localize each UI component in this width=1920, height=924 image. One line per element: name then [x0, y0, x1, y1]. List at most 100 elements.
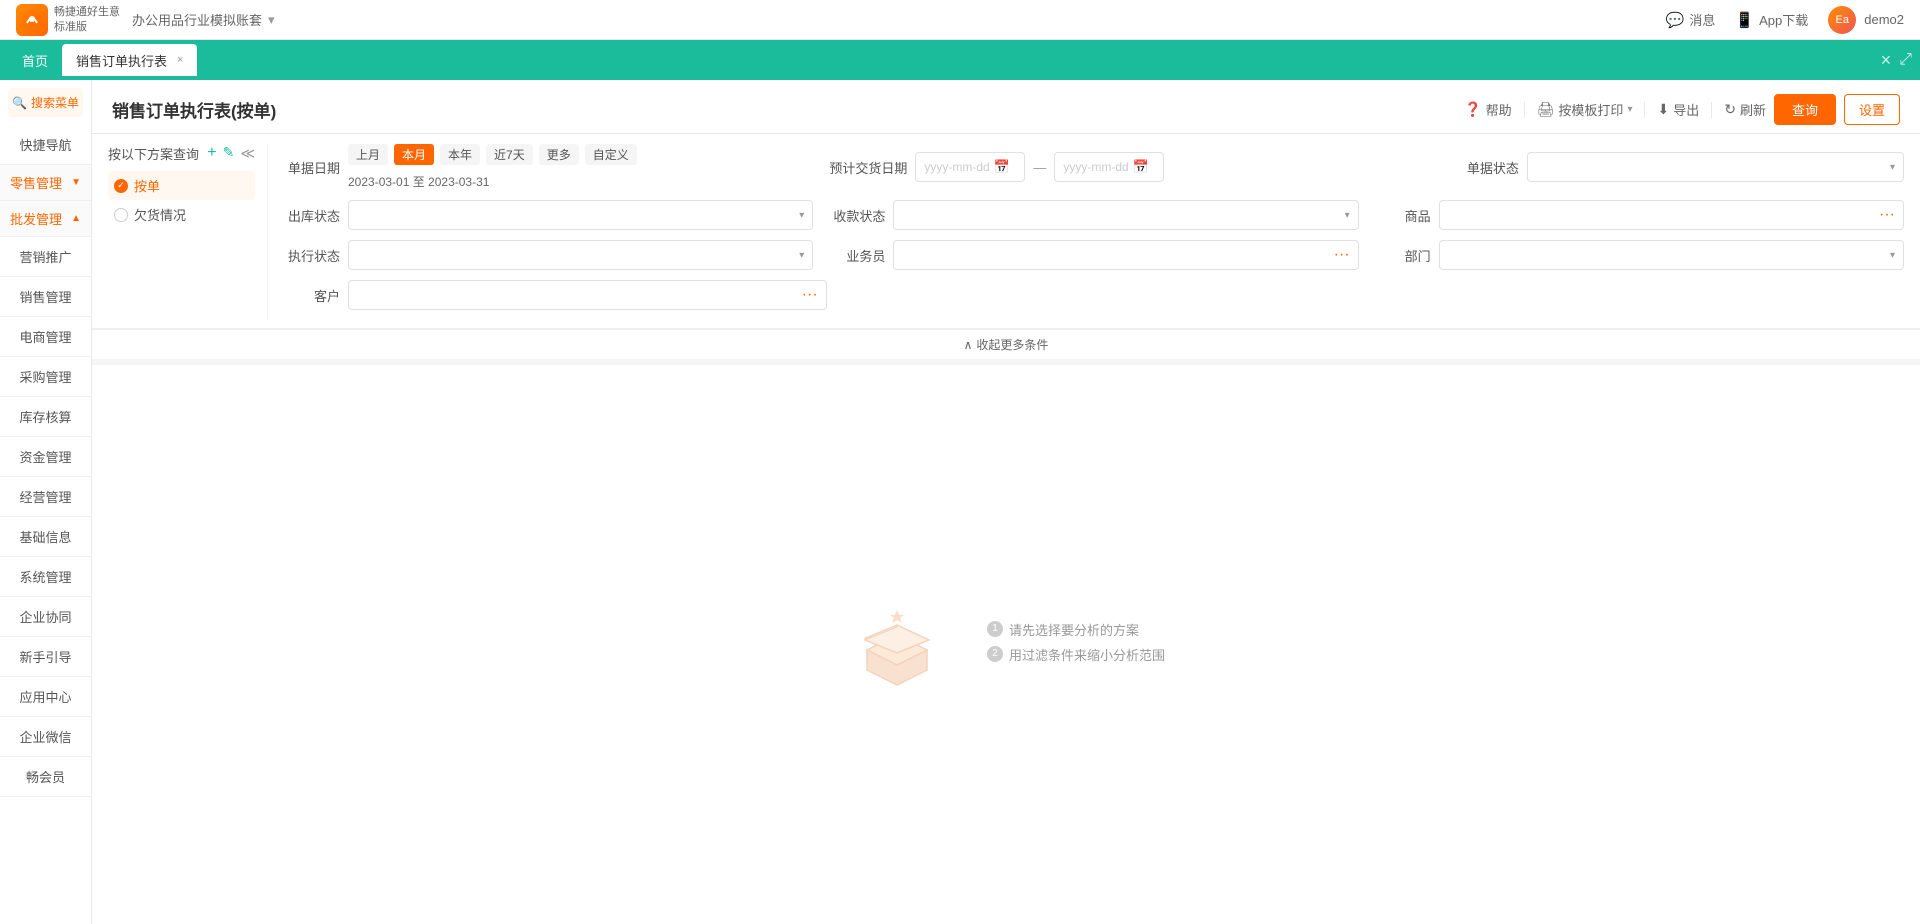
sidebar-item-purchase[interactable]: 采购管理 — [0, 357, 91, 397]
breadcrumb-dropdown-icon[interactable]: ▾ — [268, 12, 275, 28]
main-layout: 🔍 搜索菜单 快捷导航 零售管理 ▼ 批发管理 ▲ 营销推广 销售管理 电商管理… — [0, 80, 1920, 924]
export-btn[interactable]: ⬇ 导出 — [1657, 100, 1699, 119]
sidebar-item-capital[interactable]: 资金管理 — [0, 437, 91, 477]
date-tag-more[interactable]: 更多 — [539, 144, 579, 165]
filter-execution-field: 执行状态 ▾ — [284, 240, 813, 270]
sidebar-item-inventory[interactable]: 库存核算 — [0, 397, 91, 437]
help-icon: ❓ — [1464, 101, 1481, 118]
avatar: Ea — [1828, 6, 1856, 34]
page-header: 销售订单执行表(按单) ❓ 帮助 🖨 按模板打印 ▾ ⬇ 导出 — [92, 80, 1920, 134]
empty-content: 1 请先选择要分析的方案 2 用过滤条件来缩小分析范围 — [847, 595, 1165, 695]
execution-select[interactable]: ▾ — [348, 240, 813, 270]
refresh-icon: ↻ — [1724, 101, 1736, 118]
date-tag-year[interactable]: 本年 — [440, 144, 480, 165]
tab-close-icon[interactable]: × — [177, 54, 183, 66]
date-tag-7[interactable]: 近7天 — [486, 144, 533, 165]
filter-row-2: 出库状态 ▾ 收款状态 ▾ — [284, 200, 1904, 230]
refresh-btn[interactable]: ↻ 刷新 — [1724, 100, 1766, 119]
sidebar-item-quick-nav[interactable]: 快捷导航 — [0, 125, 91, 165]
filter-salesman-field: 业务员 ··· — [829, 240, 1358, 270]
date-range-display: 2023-03-01 至 2023-03-31 — [348, 173, 813, 190]
breadcrumb[interactable]: 办公用品行业模拟账套 ▾ — [132, 10, 275, 29]
sidebar-item-member[interactable]: 畅会员 — [0, 757, 91, 797]
collection-select[interactable]: ▾ — [893, 200, 1358, 230]
search-icon: 🔍 — [12, 96, 27, 110]
sidebar-item-base-info[interactable]: 基础信息 — [0, 517, 91, 557]
sidebar-item-enterprise-wechat[interactable]: 企业微信 — [0, 717, 91, 757]
scheme-item-shortage[interactable]: 欠货情况 — [108, 200, 255, 229]
window-expand-btn[interactable]: ⤢ — [1899, 51, 1912, 69]
filter-fields: 单据日期 上月 本月 本年 近7天 更多 自定义 20 — [284, 144, 1904, 320]
collapse-bar[interactable]: ∧ 收起更多条件 — [92, 329, 1920, 359]
template-print-btn[interactable]: 🖨 按模板打印 ▾ — [1537, 100, 1633, 119]
logo-text: 畅捷通好生意 标准版 — [54, 5, 120, 34]
scheme-item-by-order[interactable]: ✓ 按单 — [108, 171, 255, 200]
date-tag-custom[interactable]: 自定义 — [585, 144, 637, 165]
filter-outstock-field: 出库状态 ▾ — [284, 200, 813, 230]
sidebar-item-sales-mgmt[interactable]: 销售管理 — [0, 277, 91, 317]
app-download-action[interactable]: 📱 App下载 — [1735, 10, 1808, 29]
tab-home[interactable]: 首页 — [8, 44, 62, 76]
message-action[interactable]: 💬 消息 — [1666, 10, 1716, 29]
filter-panel: 按以下方案查询 + ✎ ≪ ✓ 按单 欠货情况 — [92, 134, 1920, 359]
sidebar-item-sys-mgmt[interactable]: 系统管理 — [0, 557, 91, 597]
tab-bar: 首页 销售订单执行表 × × ⤢ — [0, 40, 1920, 80]
search-menu-btn[interactable]: 🔍 搜索菜单 — [8, 88, 83, 117]
query-button[interactable]: 查询 — [1774, 94, 1836, 125]
expected-date-start[interactable]: yyyy-mm-dd 📅 — [915, 152, 1025, 182]
message-icon: 💬 — [1666, 11, 1685, 29]
user-info[interactable]: Ea demo2 — [1828, 6, 1904, 34]
sidebar-item-retail-mgmt[interactable]: 零售管理 ▼ — [0, 165, 91, 201]
date-separator: — — [1033, 160, 1046, 175]
scheme-edit-btn[interactable]: ✎ — [223, 145, 235, 162]
collapse-icon: ∧ — [964, 338, 973, 352]
expected-date-end[interactable]: yyyy-mm-dd 📅 — [1054, 152, 1164, 182]
sidebar-item-enterprise[interactable]: 企业协同 — [0, 597, 91, 637]
filter-status-field: 单据状态 ▾ — [1463, 152, 1904, 182]
divider3 — [1711, 102, 1712, 118]
sidebar-item-new-user[interactable]: 新手引导 — [0, 637, 91, 677]
tab-sales-exec[interactable]: 销售订单执行表 × — [62, 44, 197, 76]
date-tag-prev[interactable]: 上月 — [348, 144, 388, 165]
scheme-collapse-btn[interactable]: ≪ — [240, 145, 255, 162]
empty-illustration — [847, 595, 947, 695]
filter-goods-field: 商品 ··· — [1375, 200, 1904, 230]
empty-tips: 1 请先选择要分析的方案 2 用过滤条件来缩小分析范围 — [987, 620, 1165, 670]
salesman-more-icon[interactable]: ··· — [1334, 246, 1350, 264]
scheme-header: 按以下方案查询 + ✎ ≪ — [108, 144, 255, 163]
goods-input[interactable]: ··· — [1439, 200, 1904, 230]
filter-date-field: 单据日期 上月 本月 本年 近7天 更多 自定义 20 — [284, 144, 813, 190]
sidebar-item-wholesale-mgmt[interactable]: 批发管理 ▲ — [0, 201, 91, 237]
outstock-select[interactable]: ▾ — [348, 200, 813, 230]
page-title: 销售订单执行表(按单) — [112, 97, 276, 122]
retail-expand-icon: ▼ — [71, 177, 81, 188]
sidebar: 🔍 搜索菜单 快捷导航 零售管理 ▼ 批发管理 ▲ 营销推广 销售管理 电商管理… — [0, 80, 92, 924]
sidebar-item-ecommerce[interactable]: 电商管理 — [0, 317, 91, 357]
customer-more-icon[interactable]: ··· — [802, 286, 818, 304]
scheme-dot-active: ✓ — [114, 179, 128, 193]
department-select[interactable]: ▾ — [1439, 240, 1904, 270]
scheme-dot-inactive — [114, 208, 128, 222]
sidebar-item-marketing[interactable]: 营销推广 — [0, 237, 91, 277]
help-btn[interactable]: ❓ 帮助 — [1464, 100, 1511, 119]
setting-button[interactable]: 设置 — [1844, 94, 1900, 125]
sidebar-item-app-center[interactable]: 应用中心 — [0, 677, 91, 717]
status-dropdown-icon: ▾ — [1890, 162, 1895, 173]
status-select[interactable]: ▾ — [1527, 152, 1904, 182]
expected-date-inputs: yyyy-mm-dd 📅 — yyyy-mm-dd 📅 — [915, 152, 1164, 182]
date-tags: 上月 本月 本年 近7天 更多 自定义 — [348, 144, 813, 165]
logo-icon — [16, 4, 48, 36]
sidebar-search-area: 🔍 搜索菜单 — [0, 80, 91, 125]
empty-box-svg — [847, 595, 947, 695]
date-tag-cur[interactable]: 本月 — [394, 144, 434, 165]
salesman-input[interactable]: ··· — [893, 240, 1358, 270]
customer-input[interactable]: ··· — [348, 280, 827, 310]
filter-customer-field: 客户 ··· — [284, 280, 827, 310]
goods-more-icon[interactable]: ··· — [1879, 206, 1895, 224]
scheme-add-btn[interactable]: + — [207, 145, 216, 162]
sidebar-item-operations[interactable]: 经营管理 — [0, 477, 91, 517]
window-close-btn[interactable]: × — [1881, 50, 1892, 71]
filter-collection-field: 收款状态 ▾ — [829, 200, 1358, 230]
top-bar: 畅捷通好生意 标准版 办公用品行业模拟账套 ▾ 💬 消息 📱 App下载 Ea … — [0, 0, 1920, 40]
download-icon: 📱 — [1735, 11, 1754, 29]
